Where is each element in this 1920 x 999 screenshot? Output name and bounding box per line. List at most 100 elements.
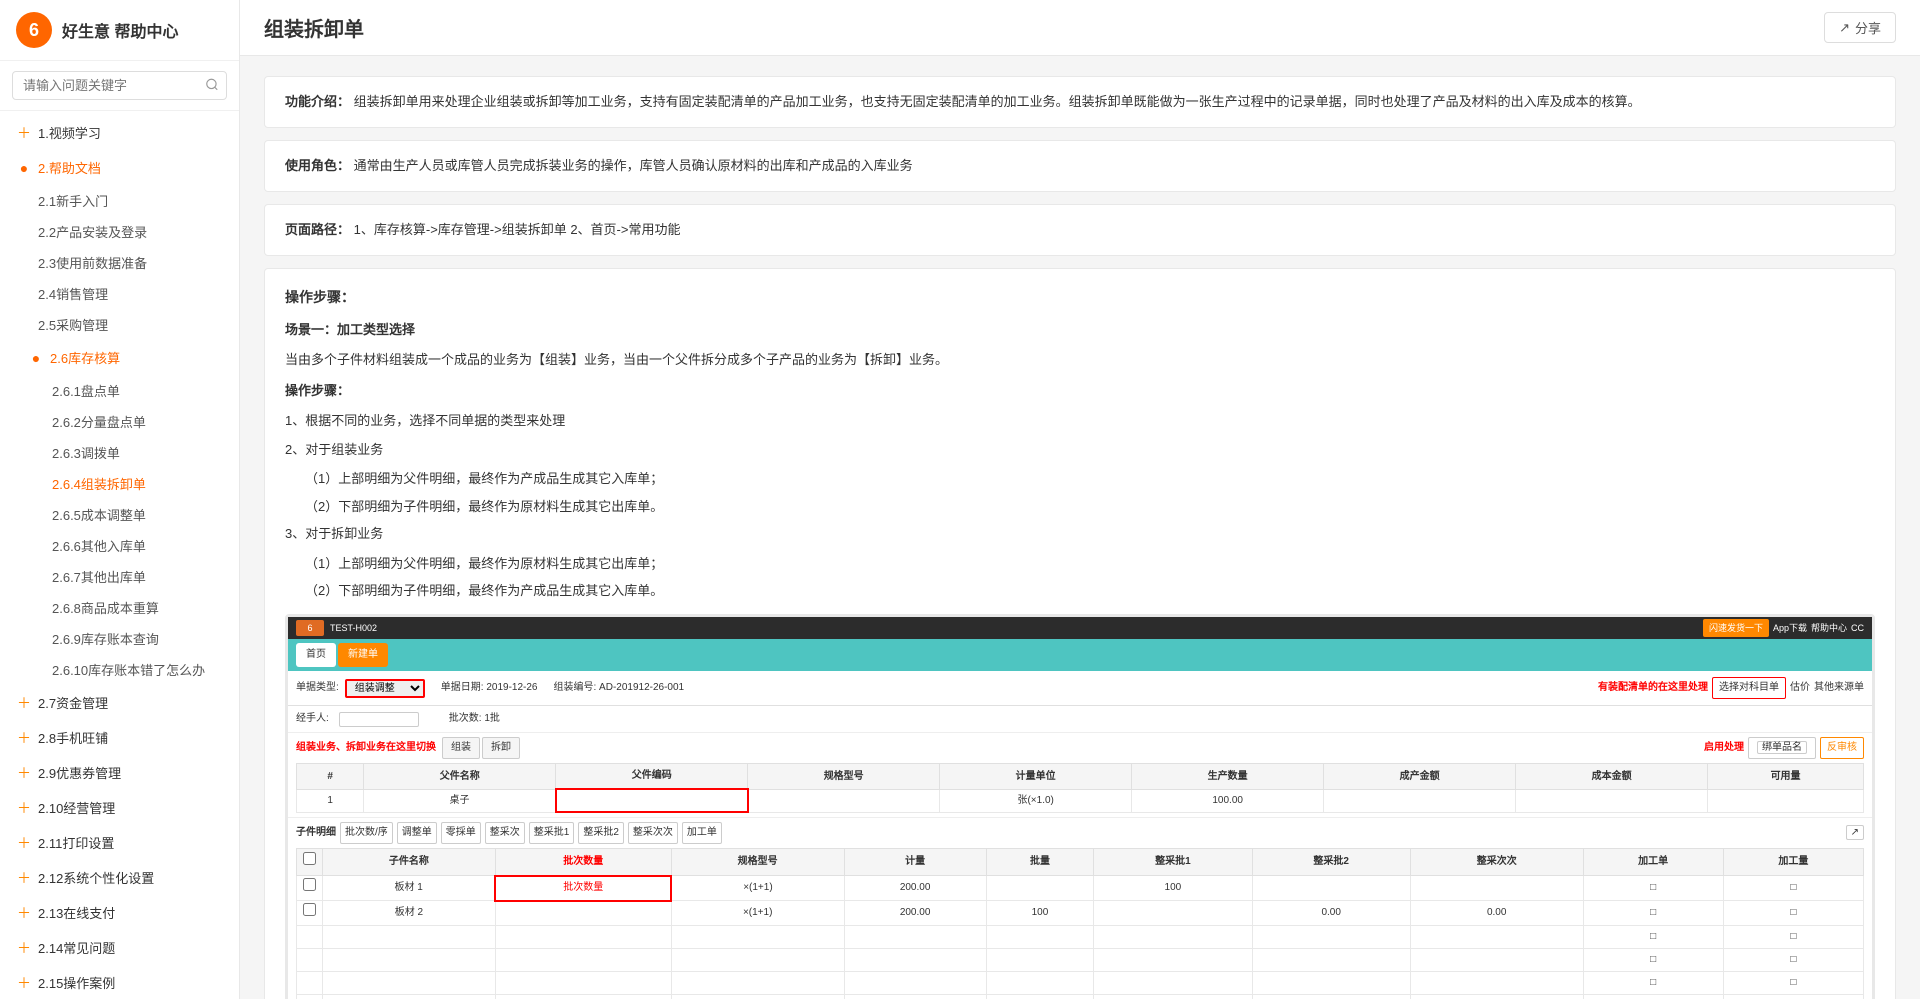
sidebar-item-2-6-label: 2.6库存核算 xyxy=(50,348,120,367)
step1: 1、根据不同的业务，选择不同单据的类型来处理 xyxy=(285,409,1875,432)
main-content: 组装拆卸单 ↗ 分享 功能介绍： 组装拆卸单用来处理企业组装或拆卸等加工业务，支… xyxy=(240,0,1920,999)
sidebar-item-2-11[interactable]: ＋ 2.11打印设置 xyxy=(0,825,239,860)
mock-top-table: # 父件名称 父件编码 规格型号 计量单位 生产数量 成产金额 成本金额 可用量 xyxy=(296,763,1864,813)
sidebar-item-2-6-9[interactable]: 2.6.9库存账本查询 xyxy=(0,623,239,654)
mock-nav-header: 首页 新建单 xyxy=(288,639,1872,671)
step3-sub2: （2）下部明细为子件明细，最终作为产成品生成其它入库单。 xyxy=(285,579,1875,602)
page-title: 组装拆卸单 xyxy=(264,13,364,42)
sidebar-item-2-8[interactable]: ＋ 2.8手机旺铺 xyxy=(0,720,239,755)
step3: 3、对于拆卸业务 xyxy=(285,522,1875,545)
mock-type-select[interactable]: 组装调整 xyxy=(345,679,425,698)
sidebar-item-2-6-4[interactable]: 2.6.4组装拆卸单 xyxy=(0,468,239,499)
main-header: 组装拆卸单 ↗ 分享 xyxy=(240,0,1920,56)
sidebar-item-2-6-8[interactable]: 2.6.8商品成本重算 xyxy=(0,592,239,623)
sidebar-item-2-3-label: 2.3使用前数据准备 xyxy=(38,256,147,271)
sidebar-item-2-1-label: 2.1新手入门 xyxy=(38,194,108,209)
site-title: 好生意 帮助中心 xyxy=(62,18,178,42)
sidebar-item-2-6-5[interactable]: 2.6.5成本调整单 xyxy=(0,499,239,530)
function-intro-text: 组装拆卸单用来处理企业组装或拆卸等加工业务，支持有固定装配清单的产品加工业务，也… xyxy=(354,94,1641,109)
minus-icon-2: ● xyxy=(16,160,32,176)
scene1-desc: 当由多个子件材料组装成一个成品的业务为【组装】业务，当由一个父件拆分成多个子产品… xyxy=(285,348,1875,371)
search-input[interactable] xyxy=(12,71,227,100)
mock-tab-home[interactable]: 首页 xyxy=(296,643,336,667)
steps-section: 操作步骤： 场景一：加工类型选择 当由多个子件材料组装成一个成品的业务为【组装】… xyxy=(264,268,1896,999)
plus-icon-2-11: ＋ xyxy=(16,835,32,851)
annotation-3: 组装业务、拆卸业务在这里切换 xyxy=(296,739,436,757)
path-box: 页面路径： 1、库存核算->库存管理->组装拆卸单 2、首页->常用功能 xyxy=(264,204,1896,256)
role-label: 使用角色： xyxy=(285,158,350,173)
sidebar-item-2-10[interactable]: ＋ 2.10经营管理 xyxy=(0,790,239,825)
sidebar-item-2-7[interactable]: ＋ 2.7资金管理 xyxy=(0,685,239,720)
share-label: 分享 xyxy=(1855,18,1881,37)
mock-tab-active[interactable]: 新建单 xyxy=(338,643,388,667)
annotation-1: 有装配清单的在这里处理 xyxy=(1598,679,1708,697)
sidebar: 6 好生意 帮助中心 ＋ 1.视频学习 ● 2.帮助文档 2.1新手入门 2.2… xyxy=(0,0,240,999)
share-button[interactable]: ↗ 分享 xyxy=(1824,12,1896,43)
screenshot-container: 6 TEST-H002 闪速发货一下 App下载 帮助中心 CC xyxy=(285,614,1875,999)
sidebar-item-2-4-label: 2.4销售管理 xyxy=(38,287,108,302)
mock-nav-tabs: 首页 新建单 xyxy=(296,643,388,667)
sidebar-item-2-6-3[interactable]: 2.6.3调拨单 xyxy=(0,437,239,468)
steps-sub-title: 操作步骤： xyxy=(285,379,1875,402)
sidebar-item-2-14[interactable]: ＋ 2.14常见问题 xyxy=(0,930,239,965)
role-box: 使用角色： 通常由生产人员或库管人员完成拆装业务的操作，库管人员确认原材料的出库… xyxy=(264,140,1896,192)
plus-icon-2-7: ＋ xyxy=(16,695,32,711)
plus-icon-2-13: ＋ xyxy=(16,905,32,921)
sidebar-item-2-6-7[interactable]: 2.6.7其他出库单 xyxy=(0,561,239,592)
plus-icon-2-10: ＋ xyxy=(16,800,32,816)
sidebar-item-2-3[interactable]: 2.3使用前数据准备 xyxy=(0,247,239,278)
sidebar-item-2-6-1[interactable]: 2.6.1盘点单 xyxy=(0,375,239,406)
step3-sub1: （1）上部明细为父件明细，最终作为原材料生成其它出库单； xyxy=(285,552,1875,575)
mock-person-input[interactable] xyxy=(339,712,419,727)
role-text: 通常由生产人员或库管人员完成拆装业务的操作，库管人员确认原材料的出库和产成品的入… xyxy=(354,158,913,173)
sidebar-item-2-label: 2.帮助文档 xyxy=(38,158,101,177)
sidebar-item-2-1[interactable]: 2.1新手入门 xyxy=(0,185,239,216)
sidebar-item-2-13[interactable]: ＋ 2.13在线支付 xyxy=(0,895,239,930)
scene1-title: 场景一：加工类型选择 xyxy=(285,318,1875,341)
plus-icon-2-12: ＋ xyxy=(16,870,32,886)
function-intro-label: 功能介绍： xyxy=(285,94,350,109)
plus-icon-2-8: ＋ xyxy=(16,730,32,746)
sidebar-item-2-4[interactable]: 2.4销售管理 xyxy=(0,278,239,309)
sidebar-item-2-6-10[interactable]: 2.6.10库存账本错了怎么办 xyxy=(0,654,239,685)
mock-checkbox-all[interactable] xyxy=(303,852,316,865)
sidebar-item-2-2-label: 2.2产品安装及登录 xyxy=(38,225,147,240)
sidebar-item-2[interactable]: ● 2.帮助文档 xyxy=(0,150,239,185)
content-area: 功能介绍： 组装拆卸单用来处理企业组装或拆卸等加工业务，支持有固定装配清单的产品… xyxy=(240,56,1920,999)
plus-icon-2-15: ＋ xyxy=(16,975,32,991)
search-button[interactable] xyxy=(205,77,219,94)
sidebar-item-2-6-2[interactable]: 2.6.2分量盘点单 xyxy=(0,406,239,437)
mock-row-cb-1[interactable] xyxy=(303,878,316,891)
share-icon: ↗ xyxy=(1839,20,1850,36)
mock-app: 6 TEST-H002 闪速发货一下 App下载 帮助中心 CC xyxy=(288,617,1872,999)
sidebar-item-1-label: 1.视频学习 xyxy=(38,123,101,142)
sidebar-item-2-9[interactable]: ＋ 2.9优惠券管理 xyxy=(0,755,239,790)
step2-sub1: （1）上部明细为父件明细，最终作为产成品生成其它入库单； xyxy=(285,467,1875,490)
sidebar-item-2-12[interactable]: ＋ 2.12系统个性化设置 xyxy=(0,860,239,895)
sidebar-item-2-2[interactable]: 2.2产品安装及登录 xyxy=(0,216,239,247)
steps-title: 操作步骤： xyxy=(285,285,1875,310)
sidebar-item-2-6[interactable]: ● 2.6库存核算 xyxy=(0,340,239,375)
plus-icon-2-9: ＋ xyxy=(16,765,32,781)
mock-bottom-table: 子件名称 批次数量 规格型号 计量 批量 整采批1 整采批2 整采次次 加工单 xyxy=(296,848,1864,999)
annotation-4: 启用处理 xyxy=(1704,739,1744,757)
sidebar-item-1[interactable]: ＋ 1.视频学习 xyxy=(0,115,239,150)
search-bar-container xyxy=(0,61,239,111)
minus-icon-2-6: ● xyxy=(28,350,44,366)
logo: 6 xyxy=(16,12,52,48)
sidebar-item-2-5-label: 2.5采购管理 xyxy=(38,318,108,333)
sidebar-item-2-15[interactable]: ＋ 2.15操作案例 xyxy=(0,965,239,999)
plus-icon-2-14: ＋ xyxy=(16,940,32,956)
path-text: 1、库存核算->库存管理->组装拆卸单 2、首页->常用功能 xyxy=(354,222,681,237)
step2-sub2: （2）下部明细为子件明细，最终作为原材料生成其它出库单。 xyxy=(285,495,1875,518)
mock-select-btn[interactable]: 选择对科目单 xyxy=(1712,677,1786,699)
function-intro-box: 功能介绍： 组装拆卸单用来处理企业组装或拆卸等加工业务，支持有固定装配清单的产品… xyxy=(264,76,1896,128)
step2: 2、对于组装业务 xyxy=(285,438,1875,461)
sidebar-header: 6 好生意 帮助中心 xyxy=(0,0,239,61)
sidebar-item-2-5[interactable]: 2.5采购管理 xyxy=(0,309,239,340)
sidebar-item-2-6-6[interactable]: 2.6.6其他入库单 xyxy=(0,530,239,561)
path-label: 页面路径： xyxy=(285,222,350,237)
nav-section: ＋ 1.视频学习 ● 2.帮助文档 2.1新手入门 2.2产品安装及登录 2.3… xyxy=(0,111,239,999)
mock-row-cb-2[interactable] xyxy=(303,903,316,916)
plus-icon: ＋ xyxy=(16,125,32,141)
